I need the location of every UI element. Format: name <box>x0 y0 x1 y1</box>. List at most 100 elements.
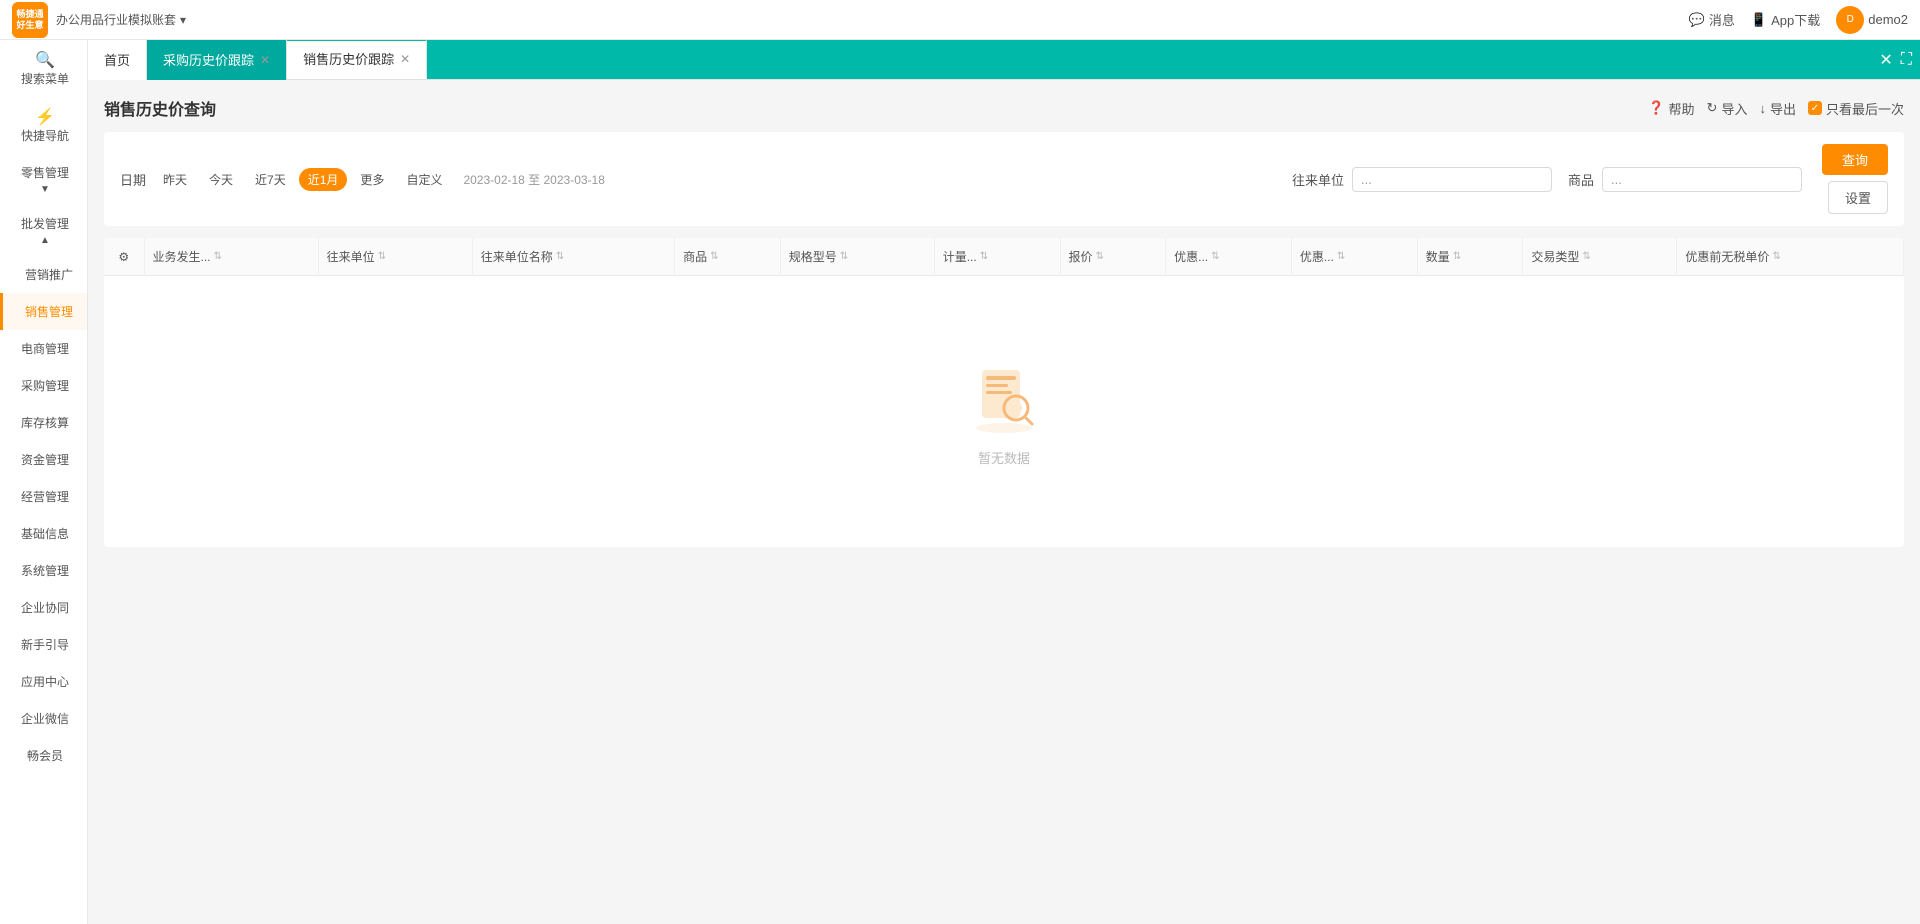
sidebar-item-quick-nav[interactable]: ⚡ 快捷导航 <box>0 97 87 154</box>
date-btn-custom[interactable]: 自定义 <box>397 168 451 191</box>
export-btn[interactable]: ↓ 导出 <box>1759 99 1796 118</box>
sidebar-item-inventory[interactable]: 库存核算 <box>0 404 87 441</box>
table-container: ⚙ 业务发生... ⇅ 往来单位 <box>104 238 1904 547</box>
date-btn-today[interactable]: 今天 <box>200 168 242 191</box>
sidebar-label: 电商管理 <box>7 340 83 357</box>
topbar-right: 💬 消息 📱 App下载 D demo2 <box>1689 6 1908 34</box>
partner-input[interactable]: ... <box>1352 167 1552 192</box>
sidebar-label: 快捷导航 <box>7 127 83 144</box>
sidebar-item-marketing[interactable]: 营销推广 <box>0 256 87 293</box>
sidebar-label: 库存核算 <box>7 414 83 431</box>
th-goods[interactable]: 商品 ⇅ <box>675 238 781 276</box>
settings-button[interactable]: 设置 <box>1828 181 1888 214</box>
th-spec[interactable]: 规格型号 ⇅ <box>780 238 934 276</box>
sidebar-item-operations[interactable]: 经营管理 <box>0 478 87 515</box>
page-title: 销售历史价查询 <box>104 96 216 120</box>
th-label: 规格型号 <box>789 248 837 265</box>
th-quantity[interactable]: 数量 ⇅ <box>1417 238 1523 276</box>
message-btn[interactable]: 💬 消息 <box>1689 10 1735 29</box>
sidebar-item-wholesale-mgmt[interactable]: 批发管理 ▲ <box>0 205 87 256</box>
sidebar-item-ecommerce-mgmt[interactable]: 电商管理 <box>0 330 87 367</box>
th-trade-type[interactable]: 交易类型 ⇅ <box>1523 238 1677 276</box>
message-label: 消息 <box>1709 10 1735 29</box>
help-btn[interactable]: ❓ 帮助 <box>1648 99 1694 118</box>
help-icon: ❓ <box>1648 100 1664 116</box>
th-pretax-price[interactable]: 优惠前无税单价 ⇅ <box>1677 238 1904 276</box>
sidebar-item-basic-info[interactable]: 基础信息 <box>0 515 87 552</box>
date-btn-last1month[interactable]: 近1月 <box>299 168 348 191</box>
sidebar-label: 企业协同 <box>7 599 83 616</box>
import-btn[interactable]: ↻ 导入 <box>1707 99 1748 118</box>
sidebar-label: 采购管理 <box>7 377 83 394</box>
th-label: 优惠前无税单价 <box>1685 248 1769 265</box>
date-btn-yesterday[interactable]: 昨天 <box>154 168 196 191</box>
sort-icon: ⇅ <box>840 251 848 262</box>
export-icon: ↓ <box>1759 101 1766 116</box>
maximize-btn[interactable]: ⛶ <box>1901 51 1912 69</box>
empty-state: 暂无数据 <box>104 276 1904 547</box>
tab-close-icon[interactable]: ✕ <box>260 53 270 67</box>
partner-filter-row: 往来单位 ... <box>1292 167 1552 192</box>
th-unit[interactable]: 计量... ⇅ <box>934 238 1060 276</box>
import-label: 导入 <box>1721 99 1747 118</box>
close-tab-btn[interactable]: ✕ <box>1879 50 1892 70</box>
page-content: 销售历史价查询 ❓ 帮助 ↻ 导入 ↓ 导出 <box>88 80 1920 924</box>
sort-icon: ⇅ <box>1772 251 1780 262</box>
empty-illustration <box>964 356 1044 436</box>
th-discount-rate[interactable]: 优惠... ⇅ <box>1166 238 1292 276</box>
th-discount-price[interactable]: 优惠... ⇅ <box>1291 238 1417 276</box>
sidebar-item-finance[interactable]: 资金管理 <box>0 441 87 478</box>
date-btn-last7days[interactable]: 近7天 <box>246 168 295 191</box>
sidebar-item-new-guide[interactable]: 新手引导 <box>0 626 87 663</box>
th-label: 优惠... <box>1300 248 1334 265</box>
tab-sales-history[interactable]: 销售历史价跟踪 ✕ <box>287 40 427 79</box>
query-button[interactable]: 查询 <box>1822 144 1888 175</box>
th-label: 往来单位 <box>327 248 375 265</box>
th-label: 优惠... <box>1174 248 1208 265</box>
sidebar-label: 畅会员 <box>7 747 83 764</box>
date-btn-more[interactable]: 更多 <box>351 168 393 191</box>
tab-bar: 首页 采购历史价跟踪 ✕ 销售历史价跟踪 ✕ ✕ ⛶ <box>88 40 1920 80</box>
sidebar-item-sales-mgmt[interactable]: 销售管理 <box>0 293 87 330</box>
sidebar-label: 营销推广 <box>15 266 83 283</box>
export-label: 导出 <box>1770 99 1796 118</box>
sidebar-item-app-center[interactable]: 应用中心 <box>0 663 87 700</box>
sidebar-item-search-menu[interactable]: 🔍 搜索菜单 <box>0 40 87 97</box>
help-label: 帮助 <box>1669 99 1695 118</box>
th-label: 计量... <box>943 248 977 265</box>
th-partner-code[interactable]: 往来单位 ⇅ <box>318 238 472 276</box>
th-biz-date[interactable]: 业务发生... ⇅ <box>144 238 318 276</box>
workspace-selector[interactable]: 办公用品行业模拟账套 ▾ <box>56 11 186 28</box>
goods-filter-label: 商品 <box>1568 170 1594 189</box>
app-download-btn[interactable]: 📱 App下载 <box>1751 10 1820 29</box>
table-settings-col[interactable]: ⚙ <box>104 238 144 276</box>
message-icon: 💬 <box>1689 12 1705 28</box>
workspace-name: 办公用品行业模拟账套 <box>56 11 176 28</box>
tab-purchase-history[interactable]: 采购历史价跟踪 ✕ <box>147 40 287 80</box>
sort-icon: ⇅ <box>1582 251 1590 262</box>
th-partner-name[interactable]: 往来单位名称 ⇅ <box>472 238 674 276</box>
sidebar-item-system[interactable]: 系统管理 <box>0 552 87 589</box>
th-label: 报价 <box>1069 248 1093 265</box>
date-buttons: 昨天 今天 近7天 近1月 更多 自定义 <box>154 168 451 191</box>
user-area[interactable]: D demo2 <box>1836 6 1908 34</box>
goods-input[interactable]: ... <box>1602 167 1802 192</box>
sort-icon: ⇅ <box>378 251 386 262</box>
sidebar-label: 基础信息 <box>7 525 83 542</box>
sidebar-item-purchase-mgmt[interactable]: 采购管理 <box>0 367 87 404</box>
only-last-checkbox[interactable]: ✓ 只看最后一次 <box>1808 99 1904 118</box>
date-filter-label: 日期 <box>120 170 146 189</box>
sidebar-label: 新手引导 <box>7 636 83 653</box>
goods-filter-row: 商品 ... <box>1568 167 1802 192</box>
sidebar-label: 销售管理 <box>15 303 83 320</box>
sidebar-item-enterprise-wechat[interactable]: 企业微信 <box>0 700 87 737</box>
sidebar-item-enterprise[interactable]: 企业协同 <box>0 589 87 626</box>
empty-svg <box>964 356 1044 436</box>
tab-home[interactable]: 首页 <box>88 40 147 80</box>
sidebar-item-retail-mgmt[interactable]: 零售管理 ▼ <box>0 154 87 205</box>
filter-date-row: 日期 昨天 今天 近7天 近1月 更多 自定义 2023-02-18 至 202… <box>120 168 1280 191</box>
sidebar-item-member[interactable]: 畅会员 <box>0 737 87 774</box>
tab-label: 销售历史价跟踪 <box>303 49 394 68</box>
tab-close-icon[interactable]: ✕ <box>400 52 410 66</box>
th-quote[interactable]: 报价 ⇅ <box>1060 238 1166 276</box>
